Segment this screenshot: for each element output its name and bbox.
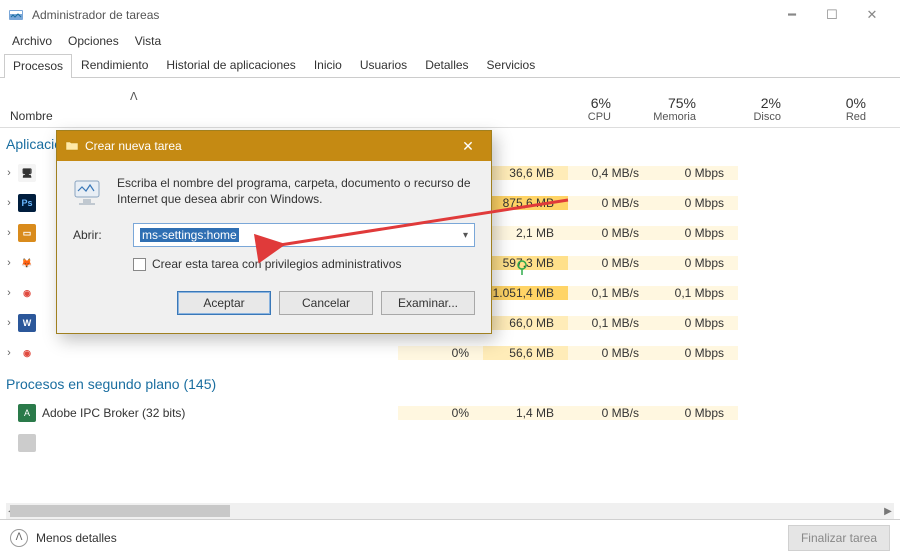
expand-icon[interactable]: › (0, 227, 18, 239)
column-network[interactable]: 0% Red (795, 95, 880, 123)
window-title: Administrador de tareas (32, 8, 772, 22)
chevron-down-icon[interactable]: ▾ (463, 230, 468, 241)
browse-button[interactable]: Examinar... (381, 291, 475, 315)
menu-file[interactable]: Archivo (6, 32, 58, 50)
tabstrip: Procesos Rendimiento Historial de aplica… (0, 52, 900, 78)
minimize-button[interactable]: ━ (772, 1, 812, 29)
task-manager-icon (8, 7, 24, 23)
maximize-button[interactable]: ☐ (812, 1, 852, 29)
pin-icon (514, 260, 530, 276)
process-name: Adobe IPC Broker (32 bits) (42, 406, 398, 420)
process-icon: Ps (18, 194, 36, 212)
menu-view[interactable]: Vista (129, 32, 167, 50)
tab-historial[interactable]: Historial de aplicaciones (157, 53, 304, 77)
dialog-close-button[interactable]: ✕ (453, 138, 483, 155)
tab-detalles[interactable]: Detalles (416, 53, 477, 77)
run-icon (73, 175, 107, 209)
process-icon: ▭ (18, 224, 36, 242)
tab-procesos[interactable]: Procesos (4, 54, 72, 78)
admin-checkbox-label: Crear esta tarea con privilegios adminis… (152, 257, 401, 271)
process-row[interactable]: A Adobe IPC Broker (32 bits) 0% 1,4 MB 0… (0, 398, 900, 428)
less-details-label[interactable]: Menos detalles (36, 531, 117, 545)
section-background: Procesos en segundo plano (145) (0, 368, 900, 398)
cancel-button[interactable]: Cancelar (279, 291, 373, 315)
tab-servicios[interactable]: Servicios (478, 53, 545, 77)
open-input-value: ms-settings:home (140, 228, 239, 242)
window-controls: ━ ☐ ✕ (772, 1, 892, 29)
process-icon: 🦊 (18, 254, 36, 272)
footer-bar: ᐱ Menos detalles Finalizar tarea (0, 519, 900, 555)
open-label: Abrir: (73, 228, 123, 242)
ok-button[interactable]: Aceptar (177, 291, 271, 315)
expand-icon[interactable]: › (0, 287, 18, 299)
dialog-description: Escriba el nombre del programa, carpeta,… (117, 175, 475, 209)
expand-icon[interactable]: › (0, 167, 18, 179)
expand-icon[interactable]: › (0, 197, 18, 209)
folder-icon (65, 138, 79, 155)
column-disk[interactable]: 2% Disco (710, 95, 795, 123)
close-button[interactable]: ✕ (852, 1, 892, 29)
tab-usuarios[interactable]: Usuarios (351, 53, 416, 77)
tab-inicio[interactable]: Inicio (305, 53, 351, 77)
menubar: Archivo Opciones Vista (0, 30, 900, 52)
scroll-thumb[interactable] (10, 505, 230, 517)
open-input[interactable]: ms-settings:home ▾ (133, 223, 475, 247)
horizontal-scrollbar[interactable]: ◀ ▶ (6, 503, 894, 519)
less-details-icon[interactable]: ᐱ (10, 529, 28, 547)
column-name[interactable]: Nombre (0, 109, 400, 123)
process-row[interactable]: ›◉0%56,6 MB0 MB/s0 Mbps (0, 338, 900, 368)
column-headers: ᐱ Nombre 6% CPU 75% Memoria 2% Disco 0% … (0, 78, 900, 128)
dialog-titlebar[interactable]: Crear nueva tarea ✕ (57, 131, 491, 161)
menu-options[interactable]: Opciones (62, 32, 125, 50)
process-icon: A (18, 404, 36, 422)
process-icon: W (18, 314, 36, 332)
tab-rendimiento[interactable]: Rendimiento (72, 53, 157, 77)
process-icon: ◉ (18, 344, 36, 362)
process-icon: ◉ (18, 284, 36, 302)
process-row[interactable] (0, 428, 900, 458)
end-task-button[interactable]: Finalizar tarea (788, 525, 890, 551)
admin-checkbox[interactable] (133, 258, 146, 271)
expand-icon[interactable]: › (0, 347, 18, 359)
column-memory[interactable]: 75% Memoria (625, 95, 710, 123)
window-titlebar: Administrador de tareas ━ ☐ ✕ (0, 0, 900, 30)
dialog-title: Crear nueva tarea (85, 139, 453, 153)
run-dialog: Crear nueva tarea ✕ Escriba el nombre de… (56, 130, 492, 334)
expand-icon[interactable]: › (0, 317, 18, 329)
scroll-right-icon[interactable]: ▶ (880, 503, 896, 519)
expand-icon[interactable]: › (0, 257, 18, 269)
sort-indicator-icon: ᐱ (130, 90, 138, 103)
column-cpu[interactable]: 6% CPU (540, 95, 625, 123)
process-icon: 🖥 (18, 164, 36, 182)
